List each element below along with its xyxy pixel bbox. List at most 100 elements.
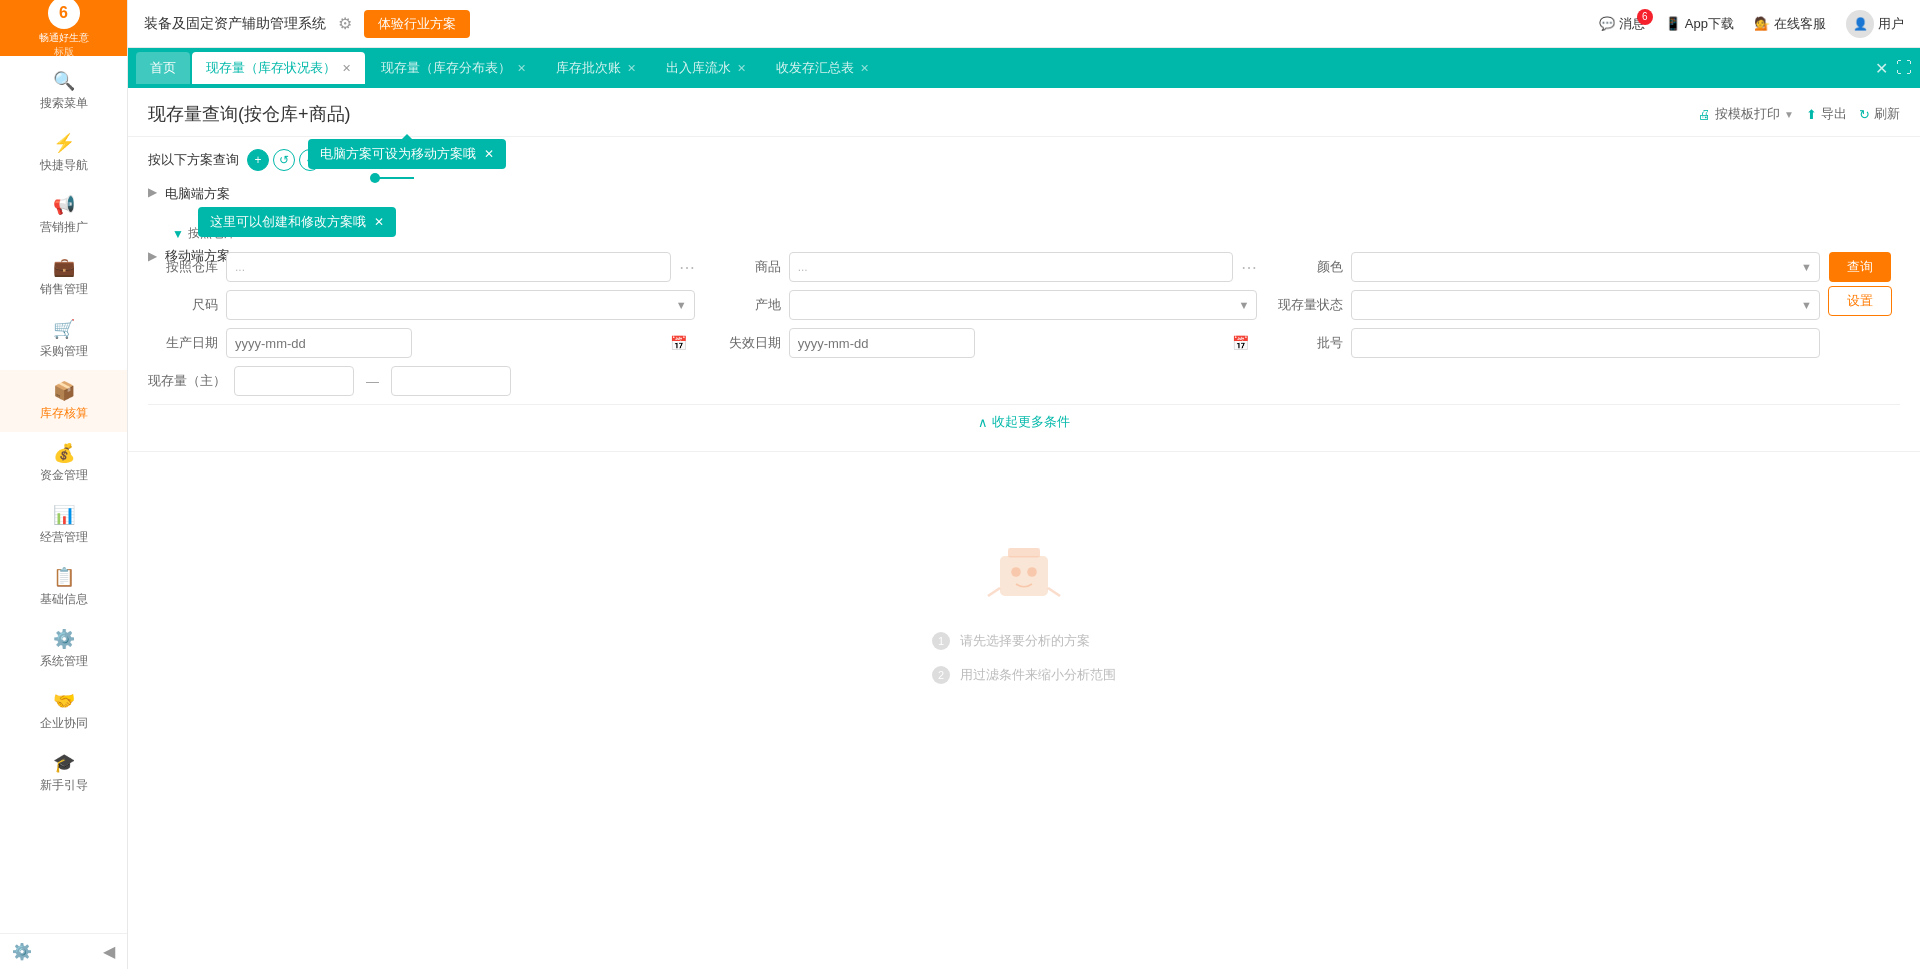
sidebar-item-label: 库存核算 [40,405,88,422]
tab-in-out-flow[interactable]: 出入库流水 ✕ [652,52,760,84]
sidebar-item-sales[interactable]: 💼 销售管理 [0,246,127,308]
finance-icon: 💰 [53,442,75,464]
app-system-title: 装备及固定资产辅助管理系统 [144,15,326,33]
tab-close-all-icon[interactable]: ✕ [1875,59,1888,78]
sidebar-item-label: 营销推广 [40,219,88,236]
filter-grid-row1: 按照仓库 ... ⋯ 商品 [148,252,1820,282]
tooltip-close-icon[interactable]: ✕ [484,147,494,161]
tooltip2-close-icon[interactable]: ✕ [374,215,384,229]
sidebar-item-label: 系统管理 [40,653,88,670]
sidebar-item-purchase[interactable]: 🛒 采购管理 [0,308,127,370]
size-label: 尺码 [148,296,218,314]
refresh-btn[interactable]: ↻ 刷新 [1859,105,1900,123]
mobile-scheme-item[interactable]: 移动端方案 [165,245,230,267]
tab-summary[interactable]: 收发存汇总表 ✕ [762,52,883,84]
empty-state: 1 请先选择要分析的方案 2 用过滤条件来缩小分析范围 [128,452,1920,768]
svg-line-5 [1048,588,1060,596]
tab-home[interactable]: 首页 [136,52,190,84]
connector-line [374,177,414,179]
sidebar-item-enterprise[interactable]: 🤝 企业协同 [0,680,127,742]
industry-button[interactable]: 体验行业方案 [364,10,470,38]
avatar: 👤 [1846,10,1874,38]
filter-grid-row4: 现存量（主） — [148,366,1820,396]
sidebar-item-label: 采购管理 [40,343,88,360]
reset-button[interactable]: 设置 [1828,286,1892,316]
settings-icon[interactable]: ⚙ [338,14,352,33]
export-label: 导出 [1821,105,1847,123]
prod-date-calendar-icon[interactable]: 📅 [670,335,687,351]
refresh-icon: ↻ [1859,107,1870,122]
stock-main-from[interactable] [234,366,354,396]
tab-batch-ledger[interactable]: 库存批次账 ✕ [542,52,650,84]
warehouse-select[interactable]: ... [226,252,671,282]
tab-close-icon[interactable]: ✕ [627,62,636,75]
size-select[interactable] [226,290,695,320]
sidebar-item-finance[interactable]: 💰 资金管理 [0,432,127,494]
filter-prod-date: 生产日期 📅 [148,328,695,358]
sidebar-item-search[interactable]: 🔍 搜索菜单 [0,60,127,122]
export-btn[interactable]: ⬆ 导出 [1806,105,1847,123]
basic-icon: 📋 [53,566,75,588]
messages-icon-item[interactable]: 💬 消息 6 [1599,15,1645,33]
sidebar-item-inventory[interactable]: 📦 库存核算 [0,370,127,432]
system-icon: ⚙️ [53,628,75,650]
desktop-scheme-item[interactable]: 电脑端方案 [165,183,230,205]
expire-date-input[interactable] [789,328,975,358]
tab-close-icon[interactable]: ✕ [737,62,746,75]
sidebar-item-operations[interactable]: 📊 经营管理 [0,494,127,556]
nav-icon: ⚡ [53,132,75,154]
sidebar-item-label: 资金管理 [40,467,88,484]
tab-bar: 首页 现存量（库存状况表） ✕ 现存量（库存分布表） ✕ 库存批次账 ✕ 出入库… [128,48,1920,88]
tab-close-icon[interactable]: ✕ [517,62,526,75]
collapse-sidebar-icon[interactable]: ◀ [103,942,115,961]
tab-fullscreen-icon[interactable]: ⛶ [1896,59,1912,77]
sidebar-item-label: 新手引导 [40,777,88,794]
filter-color: 颜色 ▼ [1273,252,1820,282]
sidebar-item-marketing[interactable]: 📢 营销推广 [0,184,127,246]
sidebar-item-label: 经营管理 [40,529,88,546]
sidebar-item-basic[interactable]: 📋 基础信息 [0,556,127,618]
goods-select[interactable]: ... [789,252,1234,282]
settings-footer-icon[interactable]: ⚙️ [12,942,32,961]
stock-status-select[interactable] [1351,290,1820,320]
expire-date-calendar-icon[interactable]: 📅 [1232,335,1249,351]
batch-input[interactable] [1351,328,1820,358]
filter-area: 按以下方案查询 + ↺ « 电脑方案可设为移动方案哦 ✕ [128,137,1920,452]
origin-select[interactable] [789,290,1258,320]
desktop-scheme-label: 电脑端方案 [165,185,230,203]
online-service-item[interactable]: 💁 在线客服 [1754,15,1826,33]
collapse-bar[interactable]: ∧ 收起更多条件 [148,404,1900,439]
guide-icon: 🎓 [53,752,75,774]
tab-home-label: 首页 [150,59,176,77]
tab-inventory-dist[interactable]: 现存量（库存分布表） ✕ [367,52,540,84]
sidebar-logo: 6 畅通好生意 标版 [0,0,127,56]
export-icon: ⬆ [1806,107,1817,122]
sidebar-item-nav[interactable]: ⚡ 快捷导航 [0,122,127,184]
tab-inventory-status[interactable]: 现存量（库存状况表） ✕ [192,52,365,84]
empty-tips: 1 请先选择要分析的方案 2 用过滤条件来缩小分析范围 [932,628,1116,688]
sidebar-item-label: 搜索菜单 [40,95,88,112]
sales-icon: 💼 [53,256,75,278]
app-download-item[interactable]: 📱 App下载 [1665,15,1734,33]
sidebar-item-guide[interactable]: 🎓 新手引导 [0,742,127,804]
print-btn[interactable]: 🖨 按模板打印 ▼ [1698,105,1794,123]
stock-main-label: 现存量（主） [148,372,226,390]
filter-add-btn[interactable]: + [247,149,269,171]
phone-icon: 📱 [1665,16,1681,31]
sidebar-item-system[interactable]: ⚙️ 系统管理 [0,618,127,680]
sidebar-item-label: 销售管理 [40,281,88,298]
filter-refresh-btn[interactable]: ↺ [273,149,295,171]
tooltip-desktop-scheme: 电脑方案可设为移动方案哦 ✕ [308,139,506,169]
prod-date-input[interactable] [226,328,412,358]
tab-close-icon[interactable]: ✕ [860,62,869,75]
page-actions: 🖨 按模板打印 ▼ ⬆ 导出 ↻ 刷新 [1698,105,1900,123]
scheme-list: ▶ 电脑端方案 这里可以创建和修改方案哦 ✕ ▶ [148,183,1900,242]
tab-close-icon[interactable]: ✕ [342,62,351,75]
color-select[interactable] [1351,252,1820,282]
filter-stock-main: 现存量（主） — [148,366,695,396]
filter-size: 尺码 ▼ [148,290,695,320]
stock-main-to[interactable] [391,366,511,396]
mobile-scheme-label: 移动端方案 [165,247,230,265]
tab-inventory-dist-label: 现存量（库存分布表） [381,59,511,77]
user-item[interactable]: 👤 用户 [1846,10,1904,38]
